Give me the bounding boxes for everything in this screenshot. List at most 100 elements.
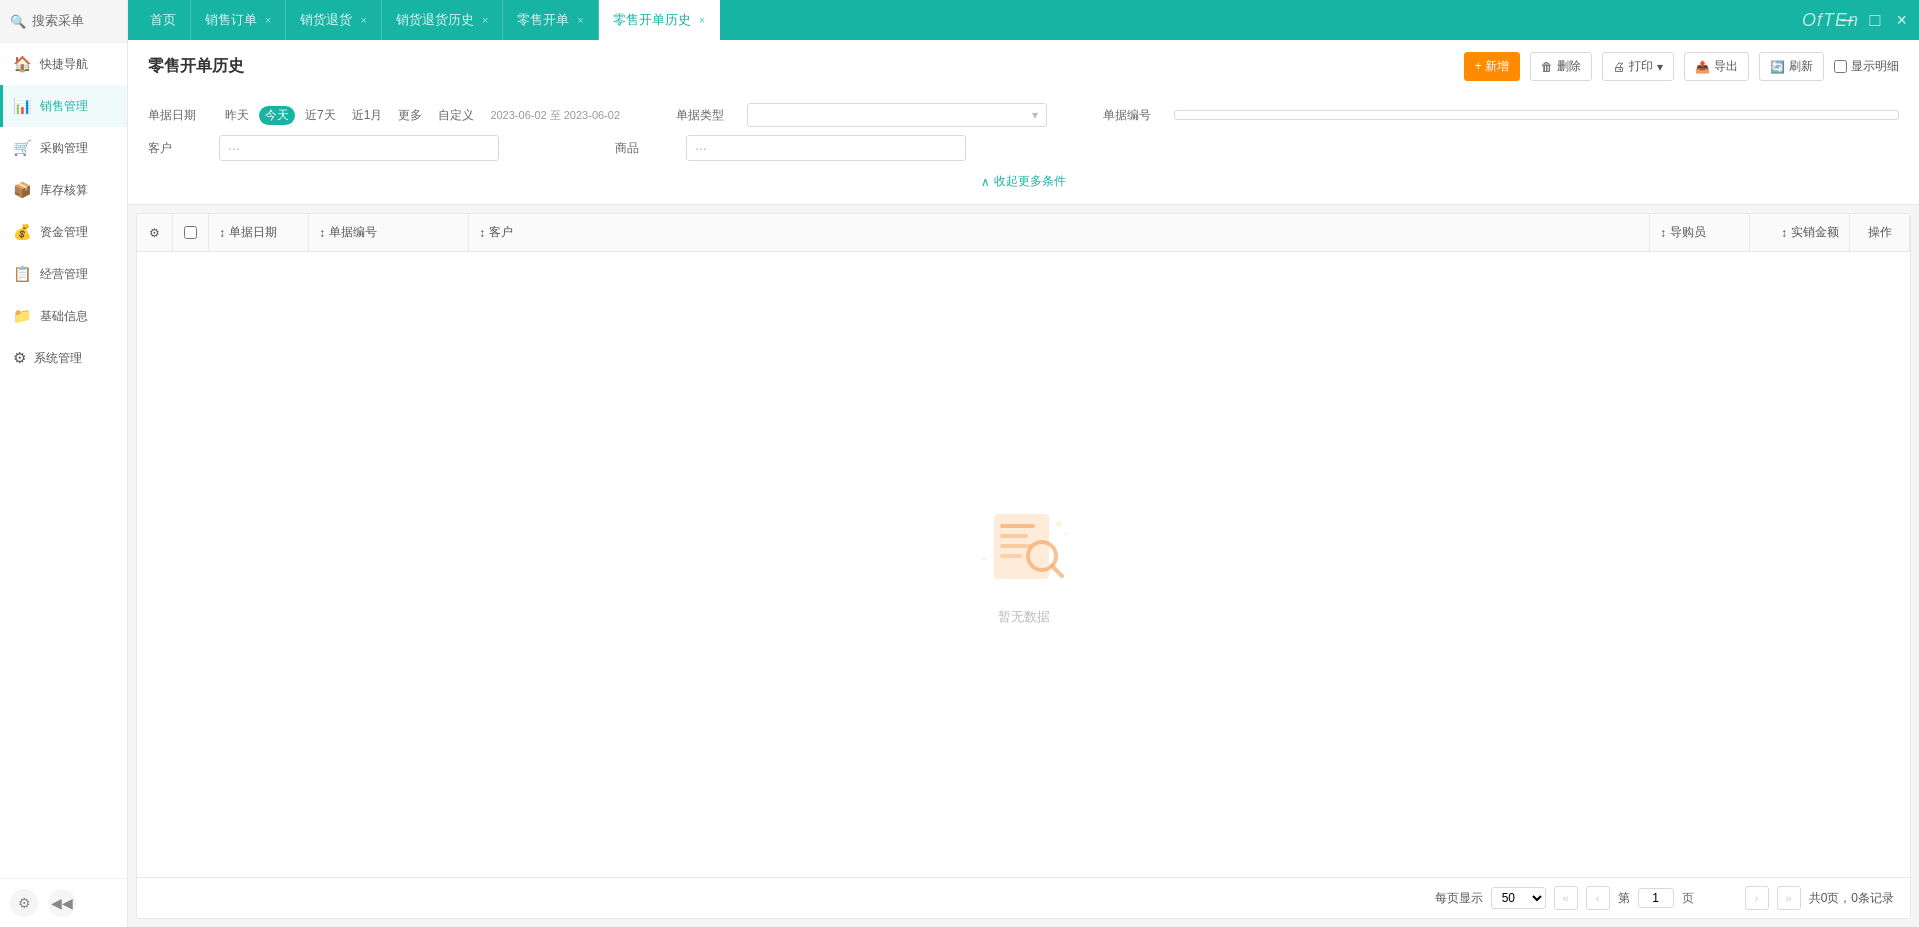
th-customer[interactable]: ↕ 客户	[469, 214, 1650, 251]
svg-rect-3	[1000, 544, 1032, 548]
tab-retail-open[interactable]: 零售开单×	[503, 0, 598, 40]
delete-button[interactable]: 🗑 删除	[1530, 52, 1592, 81]
tab-bar: 首页销售订单×销货退货×销货退货历史×零售开单×零售开单历史×OfTEn ─ □…	[128, 0, 1919, 40]
first-page-btn[interactable]: «	[1554, 886, 1578, 910]
date-range-text: 2023-06-02 至 2023-06-02	[490, 108, 620, 123]
sidebar-search[interactable]: 🔍 搜索采单	[0, 0, 127, 43]
finance-icon: 💰	[13, 223, 32, 241]
search-icon: 🔍	[10, 14, 26, 29]
sidebar-item-sys-mgmt[interactable]: ⚙ 系统管理	[0, 337, 127, 379]
sales-mgmt-icon: 📊	[13, 97, 32, 115]
sidebar-item-inventory[interactable]: 📦 库存核算	[0, 169, 127, 211]
th-docno[interactable]: ↕ 单据编号	[309, 214, 469, 251]
per-page-label: 每页显示	[1435, 890, 1483, 907]
inventory-icon: 📦	[13, 181, 32, 199]
tab-label-sales-return: 销货退货	[300, 11, 352, 29]
th-amount[interactable]: ↕ 实销金额	[1750, 214, 1850, 251]
sidebar-item-base-info[interactable]: 📁 基础信息	[0, 295, 127, 337]
tab-close-sales-return-history[interactable]: ×	[482, 14, 488, 26]
customer-label: 客户	[148, 140, 203, 157]
table-header: ⚙ ↕ 单据日期 ↕ 单据编号 ↕ 客户 ↕	[137, 214, 1910, 252]
export-icon: 📤	[1695, 60, 1710, 74]
base-info-label: 基础信息	[40, 308, 88, 325]
tab-close-retail-open[interactable]: ×	[577, 14, 583, 26]
doc-type-label: 单据类型	[676, 107, 731, 124]
window-maximize-btn[interactable]: □	[1866, 8, 1885, 33]
sidebar-item-quick-nav[interactable]: 🏠 快捷导航	[0, 43, 127, 85]
last-page-btn[interactable]: »	[1777, 886, 1801, 910]
date-more-btn[interactable]: 更多	[392, 106, 428, 125]
page-number-input[interactable]	[1638, 888, 1674, 908]
th-settings[interactable]: ⚙	[137, 214, 173, 251]
tab-sales-return[interactable]: 销货退货 ×	[286, 0, 381, 40]
show-detail-input[interactable]	[1834, 60, 1847, 73]
empty-illustration	[974, 504, 1074, 594]
svg-line-6	[1052, 566, 1062, 576]
purchase-mgmt-label: 采购管理	[40, 140, 88, 157]
goods-label: 商品	[615, 140, 670, 157]
tab-sales-order[interactable]: 销售订单 ×	[191, 0, 286, 40]
page-label-prefix: 第	[1618, 890, 1630, 907]
doc-type-select[interactable]: ▾	[747, 103, 1047, 127]
window-minimize-btn[interactable]: ─	[1837, 8, 1858, 33]
tab-close-retail-history[interactable]: ×	[699, 14, 705, 26]
sidebar-item-purchase-mgmt[interactable]: 🛒 采购管理	[0, 127, 127, 169]
date-yesterday-btn[interactable]: 昨天	[219, 106, 255, 125]
svg-rect-4	[1000, 554, 1022, 558]
doc-no-label: 单据编号	[1103, 107, 1158, 124]
purchase-mgmt-icon: 🛒	[13, 139, 32, 157]
page-title: 零售开单历史	[148, 56, 244, 77]
settings-icon: ⚙	[149, 226, 160, 240]
date-buttons: 昨天 今天 近7天 近1月 更多 自定义 2023-06-02 至 2023-0…	[219, 106, 620, 125]
th-date-label: ↕	[219, 226, 225, 240]
sidebar-item-operations[interactable]: 📋 经营管理	[0, 253, 127, 295]
filter-area: 单据日期 昨天 今天 近7天 近1月 更多 自定义 2023-06-02 至 2…	[148, 93, 1899, 204]
date-today-btn[interactable]: 今天	[259, 106, 295, 125]
tab-close-sales-order[interactable]: ×	[265, 14, 271, 26]
date-custom-btn[interactable]: 自定义	[432, 106, 480, 125]
next-page-btn[interactable]: ›	[1745, 886, 1769, 910]
refresh-icon: 🔄	[1770, 60, 1785, 74]
sidebar-search-label: 搜索采单	[32, 12, 84, 30]
svg-point-7	[1056, 521, 1062, 527]
tab-label-sales-order: 销售订单	[205, 11, 257, 29]
operations-icon: 📋	[13, 265, 32, 283]
finance-label: 资金管理	[40, 224, 88, 241]
show-detail-checkbox[interactable]: 显示明细	[1834, 58, 1899, 75]
sidebar-item-finance[interactable]: 💰 资金管理	[0, 211, 127, 253]
th-guide[interactable]: ↕ 导购员	[1650, 214, 1750, 251]
pagination-summary: 共0页，0条记录	[1809, 890, 1894, 907]
date-7days-btn[interactable]: 近7天	[299, 106, 342, 125]
sys-mgmt-label: 系统管理	[34, 350, 82, 367]
add-button[interactable]: + 新增	[1464, 52, 1520, 81]
collapse-sidebar-btn[interactable]: ◀◀	[48, 889, 76, 917]
sidebar-bottom: ⚙ ◀◀	[0, 878, 127, 927]
goods-input[interactable]: ···	[686, 135, 966, 161]
page-header: 零售开单历史 + 新增 🗑 删除 🖨 打印 ▾ 📤 导出	[128, 40, 1919, 205]
trash-icon: 🗑	[1541, 60, 1553, 74]
customer-input[interactable]: ···	[219, 135, 499, 161]
tab-sales-return-history[interactable]: 销货退货历史×	[382, 0, 503, 40]
window-close-btn[interactable]: ×	[1892, 8, 1911, 33]
sidebar-item-sales-mgmt[interactable]: 📊 销售管理	[0, 85, 127, 127]
tab-retail-history[interactable]: 零售开单历史×	[599, 0, 720, 40]
settings-icon-btn[interactable]: ⚙	[10, 889, 38, 917]
export-button[interactable]: 📤 导出	[1684, 52, 1749, 81]
select-all-checkbox[interactable]	[184, 226, 197, 239]
collapse-filter-btn[interactable]: ∧ 收起更多条件	[148, 169, 1899, 194]
print-button[interactable]: 🖨 打印 ▾	[1602, 52, 1674, 81]
prev-page-btn[interactable]: ‹	[1586, 886, 1610, 910]
tab-close-sales-return[interactable]: ×	[360, 14, 366, 26]
empty-text: 暂无数据	[998, 608, 1050, 626]
th-amount-sort: ↕	[1781, 226, 1787, 240]
sys-mgmt-icon: ⚙	[13, 349, 26, 367]
date-month-btn[interactable]: 近1月	[346, 106, 389, 125]
refresh-button[interactable]: 🔄 刷新	[1759, 52, 1824, 81]
th-date[interactable]: ↕ 单据日期	[209, 214, 309, 251]
per-page-select[interactable]: 50 100 200	[1491, 887, 1546, 909]
empty-state: 暂无数据	[137, 252, 1910, 877]
th-checkbox[interactable]	[173, 214, 209, 251]
print-icon: 🖨	[1613, 60, 1625, 74]
tab-home[interactable]: 首页	[136, 0, 191, 40]
doc-no-input[interactable]	[1174, 110, 1899, 120]
